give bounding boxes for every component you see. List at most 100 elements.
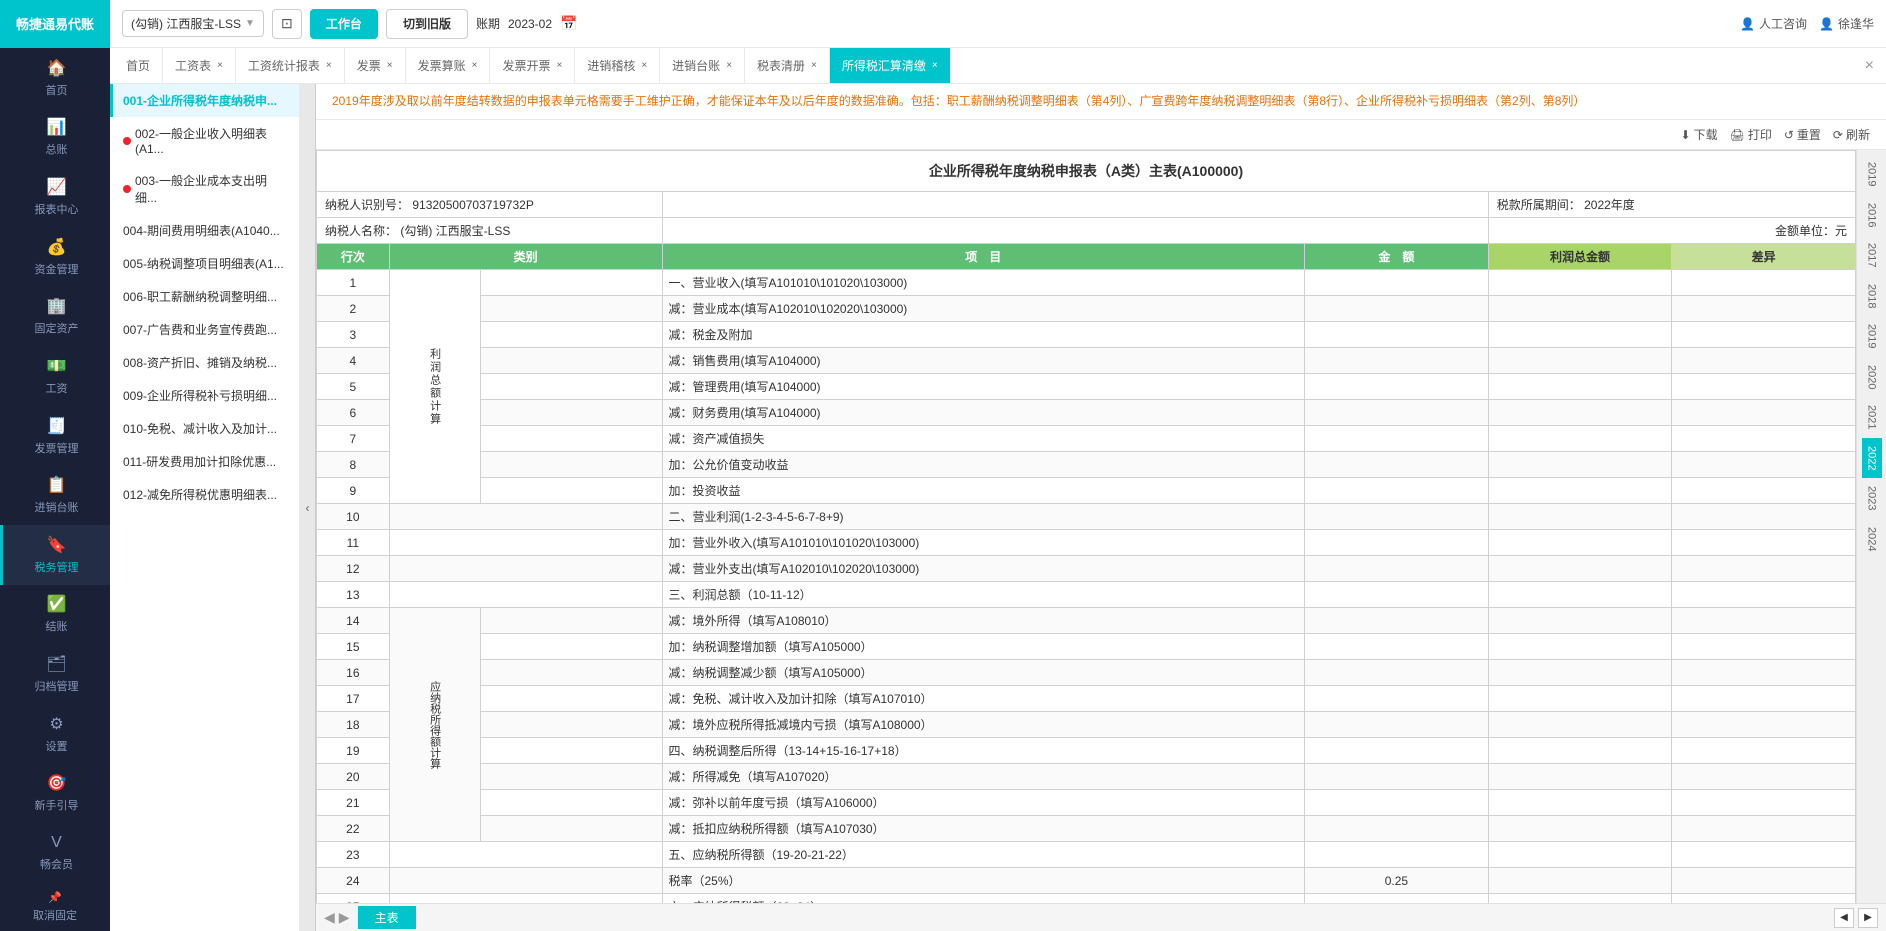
left-panel-item-012[interactable]: 012-减免所得税优惠明细表... (110, 478, 299, 511)
tab-invoice-open-close[interactable]: × (556, 60, 562, 71)
company-selector[interactable]: (勾销) 江西服宝-LSS ▼ (122, 10, 264, 37)
sidebar-item-close[interactable]: ✅ 结账 (0, 585, 110, 645)
unpin-button[interactable]: 📌 取消固定 (0, 883, 110, 931)
left-panel-item-001[interactable]: 001-企业所得税年度纳税申... (110, 84, 299, 117)
item-006-label: 006-职工薪酬纳税调整明细... (123, 288, 277, 305)
print-button[interactable]: 🖨 打印 (1730, 126, 1772, 143)
sidebar-item-assets[interactable]: 🏢 固定资产 (0, 286, 110, 346)
sidebar-item-archive[interactable]: 🗂 归档管理 (0, 644, 110, 704)
cell-amount-6 (1305, 400, 1489, 426)
left-panel-item-009[interactable]: 009-企业所得税补亏损明细... (110, 379, 299, 412)
tab-salary-label: 工资表 (175, 57, 211, 74)
year-2017[interactable]: 2017 (1862, 235, 1882, 275)
left-panel-item-005[interactable]: 005-纳税调整项目明细表(A1... (110, 247, 299, 280)
sidebar-item-finance[interactable]: 💰 资金管理 (0, 227, 110, 287)
sidebar-item-ledger[interactable]: 📊 总账 (0, 107, 110, 167)
cell-row-3: 3 (317, 322, 390, 348)
year-2022[interactable]: 2022 (1862, 438, 1882, 478)
left-panel-item-010[interactable]: 010-免税、减计收入及加计... (110, 412, 299, 445)
tab-income-tax-close[interactable]: × (932, 60, 938, 71)
cell-subcategory-12 (389, 556, 662, 582)
year-2020[interactable]: 2020 (1862, 357, 1882, 397)
left-panel-item-006[interactable]: 006-职工薪酬纳税调整明细... (110, 280, 299, 313)
tab-tax-clear-close[interactable]: × (811, 60, 817, 71)
cell-item-2: 减：营业成本(填写A102010\102020\103000) (662, 296, 1305, 322)
item-012-label: 012-减免所得税优惠明细表... (123, 486, 277, 503)
tab-ledger-close[interactable]: × (726, 60, 732, 71)
left-panel-item-003[interactable]: 003-一般企业成本支出明细... (110, 164, 299, 214)
tab-invoice-calc[interactable]: 发票算账 × (406, 48, 491, 84)
cell-diff-8 (1672, 452, 1856, 478)
tab-salary-report[interactable]: 工资统计报表 × (236, 48, 345, 84)
period-header-label: 税款所属期间： (1497, 198, 1581, 212)
collapse-panel-btn[interactable]: ‹ (300, 84, 316, 931)
year-2019-first[interactable]: 2019 (1862, 154, 1882, 194)
cell-item-16: 减：纳税调整减少额（填写A105000） (662, 660, 1305, 686)
sidebar-item-salary[interactable]: 💵 工资 (0, 346, 110, 406)
tab-ledger[interactable]: 进销台账 × (660, 48, 745, 84)
cell-item-8: 加：公允价值变动收益 (662, 452, 1305, 478)
left-panel-item-011[interactable]: 011-研发费用加计扣除优惠... (110, 445, 299, 478)
sidebar-label-home: 首页 (46, 82, 68, 98)
cell-row-11: 11 (317, 530, 390, 556)
tab-income-tax[interactable]: 所得税汇算清缴 × (830, 48, 951, 84)
year-2023[interactable]: 2023 (1862, 478, 1882, 518)
left-panel-item-007[interactable]: 007-广告费和业务宣传费跑... (110, 313, 299, 346)
left-panel-item-002[interactable]: 002-一般企业收入明细表(A1... (110, 117, 299, 164)
switch-version-button[interactable]: 切到旧版 (386, 9, 468, 39)
left-panel-item-004[interactable]: 004-期间费用明细表(A1040... (110, 214, 299, 247)
year-2018[interactable]: 2018 (1862, 276, 1882, 316)
tab-audit[interactable]: 进销稽核 × (575, 48, 660, 84)
sidebar-item-home[interactable]: 🏠 首页 (0, 48, 110, 108)
sidebar-item-guide[interactable]: 🎯 新手引导 (0, 764, 110, 824)
reset-button[interactable]: ↺ 重置 (1784, 126, 1821, 143)
sidebar-item-reports[interactable]: 📈 报表中心 (0, 167, 110, 227)
tab-invoice-calc-close[interactable]: × (472, 60, 478, 71)
user-service-btn[interactable]: 👤 人工咨询 (1740, 15, 1807, 32)
tab-invoice-open[interactable]: 发票开票 × (490, 48, 575, 84)
tab-tax-clear[interactable]: 税表清册 × (745, 48, 830, 84)
tab-invoice-close[interactable]: × (387, 60, 393, 71)
left-panel-item-008[interactable]: 008-资产折旧、摊销及纳税... (110, 346, 299, 379)
year-2019[interactable]: 2019 (1862, 316, 1882, 356)
sidebar-item-purchase[interactable]: 📋 进销台账 (0, 465, 110, 525)
cell-profit-15 (1488, 634, 1672, 660)
cell-item-4: 减：销售费用(填写A104000) (662, 348, 1305, 374)
table-container[interactable]: 企业所得税年度纳税申报表（A类）主表(A100000) 纳税人识别号： 9132… (316, 150, 1856, 903)
sidebar-item-tax[interactable]: 🔖 税务管理 (0, 525, 110, 585)
sidebar-item-member[interactable]: V 畅会员 (0, 823, 110, 883)
report-toolbar: ⬇ 下载 🖨 打印 ↺ 重置 ⟳ 刷新 (316, 120, 1886, 150)
cell-profit-16 (1488, 660, 1672, 686)
user-profile-btn[interactable]: 👤 徐逢华 (1819, 15, 1874, 32)
cell-profit-25 (1488, 894, 1672, 903)
copy-btn[interactable]: ⊡ (272, 9, 302, 39)
tab-home[interactable]: 首页 (114, 48, 163, 84)
cell-profit-13 (1488, 582, 1672, 608)
refresh-button[interactable]: ⟳ 刷新 (1833, 126, 1870, 143)
sidebar-item-settings[interactable]: ⚙ 设置 (0, 704, 110, 764)
tab-audit-close[interactable]: × (641, 60, 647, 71)
tab-bar-close-btn[interactable]: × (1853, 57, 1886, 75)
workbench-button[interactable]: 工作台 (310, 9, 378, 39)
tab-prev-btn[interactable]: ◀ (324, 909, 335, 926)
cell-subcategory-2 (480, 296, 662, 322)
tab-salary-close[interactable]: × (217, 60, 223, 71)
sidebar-label-member: 畅会员 (40, 856, 73, 872)
tab-salary-report-close[interactable]: × (326, 60, 332, 71)
bottom-tab-main[interactable]: 主表 (358, 906, 416, 929)
tab-salary[interactable]: 工资表 × (163, 48, 236, 84)
tab-audit-label: 进销稽核 (587, 57, 635, 74)
tab-invoice[interactable]: 发票 × (345, 48, 406, 84)
year-2021[interactable]: 2021 (1862, 397, 1882, 437)
year-2016[interactable]: 2016 (1862, 195, 1882, 235)
cell-subcategory-3 (480, 322, 662, 348)
scroll-left-btn[interactable]: ◀ (1834, 908, 1854, 928)
sidebar-item-invoice[interactable]: 🧾 发票管理 (0, 406, 110, 466)
year-2024[interactable]: 2024 (1862, 519, 1882, 559)
cell-diff-13 (1672, 582, 1856, 608)
cell-profit-17 (1488, 686, 1672, 712)
download-button[interactable]: ⬇ 下载 (1681, 126, 1718, 143)
scroll-right-btn[interactable]: ▶ (1858, 908, 1878, 928)
cell-profit-20 (1488, 764, 1672, 790)
tab-next-btn[interactable]: ▶ (339, 909, 350, 926)
